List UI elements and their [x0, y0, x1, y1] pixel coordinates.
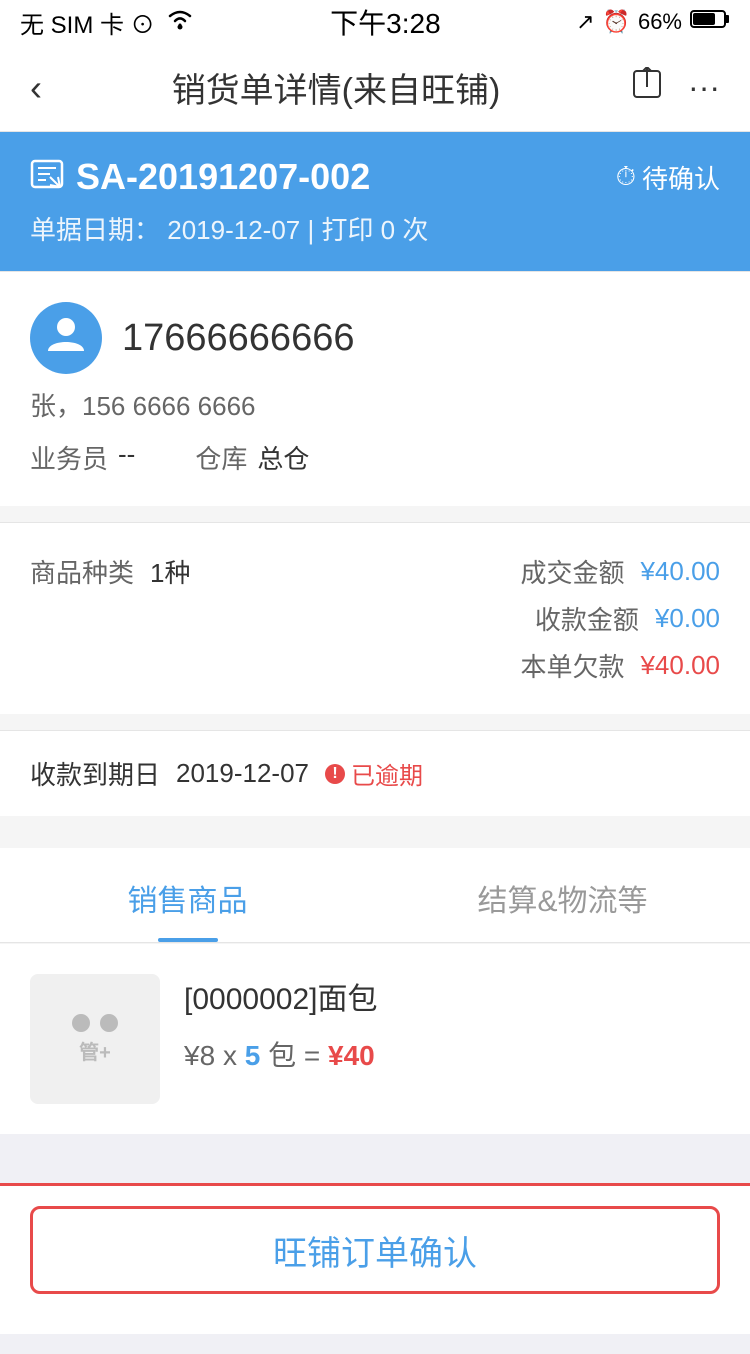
order-id-row: SA-20191207-002: [30, 156, 370, 198]
equals: =: [304, 1040, 328, 1071]
section-divider: [0, 832, 750, 848]
transaction-amount-label: 成交金额: [520, 553, 624, 590]
order-id-text: SA-20191207-002: [76, 156, 370, 198]
status-right: ↗ ⏰ 66%: [576, 8, 730, 36]
overdue-dot-icon: !: [325, 764, 345, 784]
customer-avatar: [30, 302, 102, 374]
customer-section: 17666666666 张，156 6666 6666 业务员 -- 仓库 总仓: [0, 272, 750, 506]
product-logo: 管+: [72, 1014, 118, 1065]
customer-phone-row: 17666666666: [30, 302, 720, 374]
confirm-order-label: 旺铺订单确认: [273, 1226, 477, 1275]
due-date-section: 收款到期日 2019-12-07 ! 已逾期: [0, 731, 750, 816]
order-date-row: 单据日期： 2019-12-07 | 打印 0 次: [30, 210, 720, 247]
status-left: 无 SIM 卡 ⊙: [20, 5, 195, 40]
total-price: ¥40: [328, 1040, 375, 1071]
overdue-badge: ! 已逾期: [325, 756, 423, 791]
owl-text: 管+: [79, 1036, 111, 1065]
customer-name: 张，156 6666 6666: [30, 386, 720, 423]
product-name: [0000002]面包: [184, 974, 720, 1018]
overdue-text: 已逾期: [351, 756, 423, 791]
tab-sales-label: 销售商品: [128, 885, 248, 918]
back-button[interactable]: ‹: [30, 67, 42, 109]
quantity: 5: [245, 1040, 261, 1071]
order-id-icon: [30, 156, 64, 198]
status-clock-icon: ⏱: [616, 161, 636, 193]
stats-section: 商品种类 1种 成交金额 ¥40.00 收款金额 ¥0.00 本单欠款 ¥40.…: [0, 523, 750, 714]
bottom-bar: 旺铺订单确认: [0, 1183, 750, 1334]
sim-label: 无 SIM 卡 ⊙: [20, 5, 155, 40]
order-header-top: SA-20191207-002 ⏱ 待确认: [30, 156, 720, 198]
tabs-row: 销售商品 结算&物流等: [0, 848, 750, 943]
product-list: 管+ [0000002]面包 ¥8 x 5 包 = ¥40: [0, 944, 750, 1134]
tab-settlement-label: 结算&物流等: [477, 885, 647, 918]
page-title: 销货单详情(来自旺铺): [172, 63, 501, 112]
owed-amount-item: 本单欠款 ¥40.00: [520, 647, 720, 684]
owl-eye-right: [100, 1014, 118, 1032]
transaction-amount-value: ¥40.00: [640, 556, 720, 587]
wifi-icon: [165, 8, 195, 37]
product-image: 管+: [30, 974, 160, 1104]
product-types: 商品种类 1种: [30, 553, 190, 590]
product-types-value: 1种: [150, 553, 190, 590]
owl-eye-left: [72, 1014, 90, 1032]
status-text: 待确认: [642, 159, 720, 196]
order-header-card: SA-20191207-002 ⏱ 待确认 单据日期： 2019-12-07 |…: [0, 132, 750, 271]
customer-phone-number: 17666666666: [122, 317, 354, 360]
owed-amount-label: 本单欠款: [520, 647, 624, 684]
unit-price: ¥8: [184, 1040, 215, 1071]
owed-amount-value: ¥40.00: [640, 650, 720, 681]
warehouse-item: 仓库 总仓: [195, 439, 309, 476]
due-date-value: 2019-12-07: [176, 758, 309, 789]
nav-bar: ‹ 销货单详情(来自旺铺) ···: [0, 44, 750, 132]
tab-sales-products[interactable]: 销售商品: [0, 848, 375, 942]
product-info: [0000002]面包 ¥8 x 5 包 = ¥40: [184, 974, 720, 1074]
price-x: x: [223, 1040, 245, 1071]
product-item: 管+ [0000002]面包 ¥8 x 5 包 = ¥40: [0, 944, 750, 1134]
status-bar: 无 SIM 卡 ⊙ 下午3:28 ↗ ⏰ 66%: [0, 0, 750, 44]
stats-row: 商品种类 1种 成交金额 ¥40.00 收款金额 ¥0.00 本单欠款 ¥40.…: [30, 553, 720, 684]
share-icon[interactable]: [630, 67, 664, 109]
battery-icon: [690, 8, 730, 36]
amount-stats: 成交金额 ¥40.00 收款金额 ¥0.00 本单欠款 ¥40.00: [520, 553, 720, 684]
location-icon: ↗: [576, 9, 594, 35]
received-amount-label: 收款金额: [535, 600, 639, 637]
person-icon: [44, 311, 88, 365]
owl-eyes: [72, 1014, 118, 1032]
nav-actions: ···: [630, 67, 720, 109]
received-amount-value: ¥0.00: [655, 603, 720, 634]
warehouse-value: 总仓: [257, 439, 309, 476]
status-time: 下午3:28: [330, 2, 441, 42]
confirm-order-button[interactable]: 旺铺订单确认: [30, 1206, 720, 1294]
order-date-value: 2019-12-07: [167, 215, 300, 245]
customer-meta: 业务员 -- 仓库 总仓: [30, 439, 720, 476]
received-amount-item: 收款金额 ¥0.00: [535, 600, 720, 637]
more-icon[interactable]: ···: [688, 69, 720, 106]
salesman-value: --: [118, 439, 135, 476]
unit: 包: [268, 1040, 296, 1071]
salesman-label: 业务员: [30, 439, 108, 476]
order-status: ⏱ 待确认: [616, 159, 720, 196]
alarm-icon: ⏰: [603, 9, 630, 35]
product-price: ¥8 x 5 包 = ¥40: [184, 1034, 720, 1074]
battery-level: 66%: [638, 9, 682, 35]
warehouse-label: 仓库: [195, 439, 247, 476]
tabs-section: 销售商品 结算&物流等: [0, 848, 750, 943]
due-date-label: 收款到期日: [30, 755, 160, 792]
transaction-amount-item: 成交金额 ¥40.00: [520, 553, 720, 590]
order-print-info: | 打印 0 次: [307, 215, 428, 245]
tab-settlement-logistics[interactable]: 结算&物流等: [375, 848, 750, 942]
salesman-item: 业务员 --: [30, 439, 135, 476]
order-date-label: 单据日期：: [30, 215, 160, 245]
product-types-label: 商品种类: [30, 553, 134, 590]
